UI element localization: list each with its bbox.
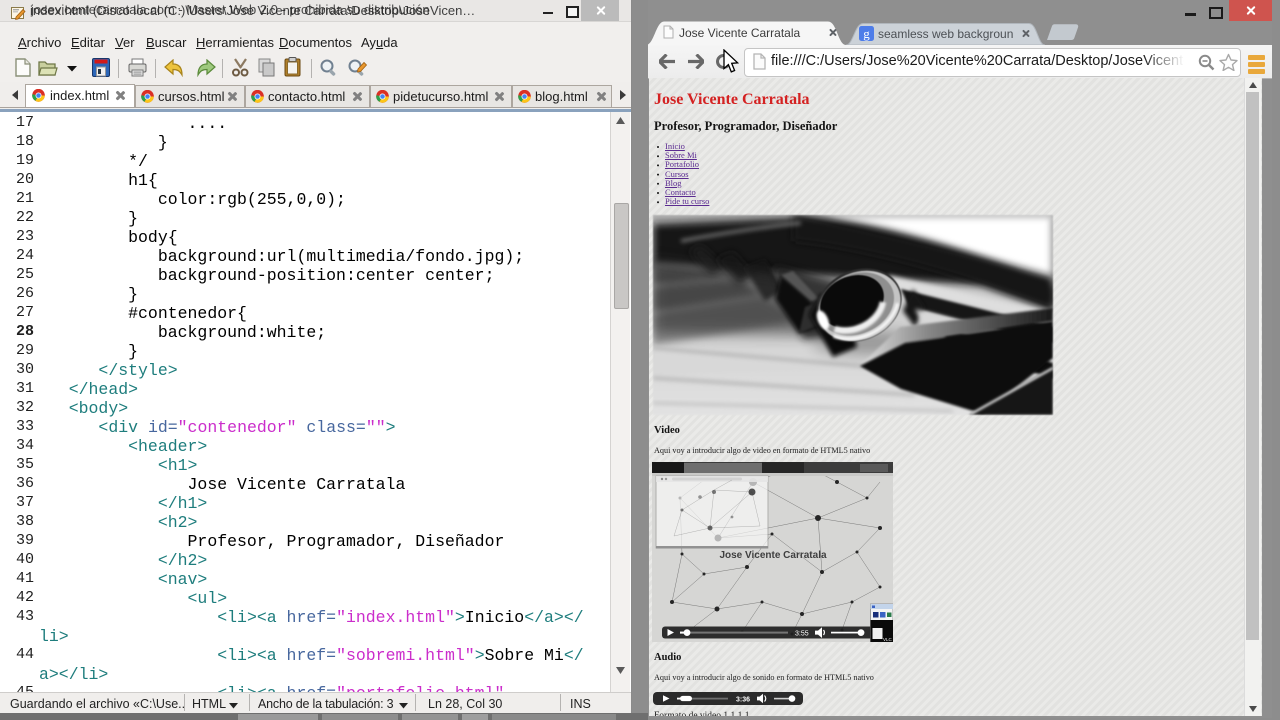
svg-text:VLC: VLC — [883, 637, 893, 642]
svg-text:3:36: 3:36 — [736, 696, 750, 703]
svg-text:3:55: 3:55 — [795, 630, 809, 637]
svg-text:g: g — [863, 26, 870, 41]
svg-text:Jose Vicente Carratala: Jose Vicente Carratala — [719, 550, 827, 561]
